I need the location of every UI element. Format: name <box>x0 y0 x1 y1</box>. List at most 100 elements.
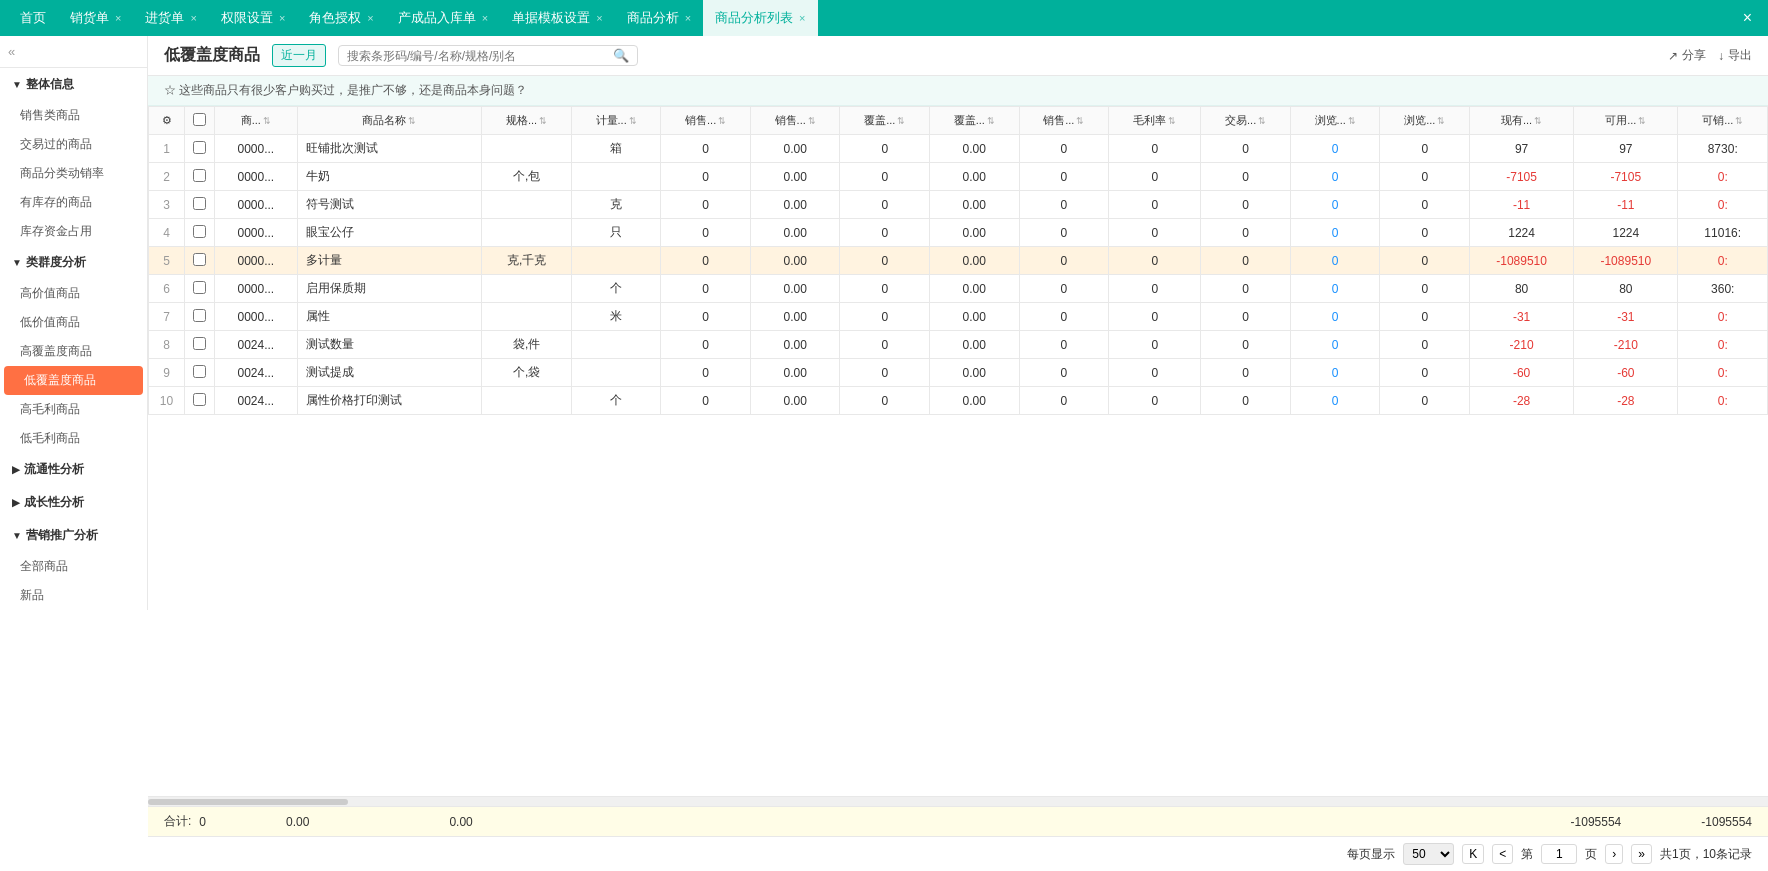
sidebar-section-cluster[interactable]: ▼ 类群度分析 <box>0 246 147 279</box>
nav-tab-analysis-list[interactable]: 商品分析列表 × <box>703 0 817 36</box>
row-c2: 0.00 <box>929 191 1019 219</box>
row-browse1[interactable]: 0 <box>1290 191 1380 219</box>
row-s1: 0 <box>661 387 751 415</box>
table-row: 1 0000... 旺铺批次测试 箱 0 0.00 0 0.00 0 0 0 0… <box>149 135 1768 163</box>
table-row: 5 0000... 多计量 克,千克 0 0.00 0 0.00 0 0 0 0… <box>149 247 1768 275</box>
table-row: 4 0000... 眼宝公仔 只 0 0.00 0 0.00 0 0 0 0 0… <box>149 219 1768 247</box>
sidebar-section-circulation[interactable]: ▶ 流通性分析 <box>0 453 147 486</box>
sidebar-item-new-goods[interactable]: 新品 <box>0 581 147 610</box>
nav-tab-purchase[interactable]: 进货单 × <box>133 0 208 36</box>
page-number-input[interactable] <box>1541 844 1577 864</box>
checkbox-header[interactable] <box>185 107 215 135</box>
close-icon[interactable]: × <box>482 12 488 24</box>
row-stock1: -1089510 <box>1469 247 1573 275</box>
row-checkbox[interactable] <box>185 275 215 303</box>
nav-tab-roles[interactable]: 角色授权 × <box>297 0 385 36</box>
table-footer: 合计: 0 0.00 0.00 -1095554 -1095554 <box>148 806 1768 836</box>
scroll-thumb[interactable] <box>148 799 348 805</box>
export-icon: ↓ <box>1718 49 1724 63</box>
row-browse1[interactable]: 0 <box>1290 359 1380 387</box>
horizontal-scrollbar[interactable] <box>148 796 1768 806</box>
row-checkbox[interactable] <box>185 331 215 359</box>
row-checkbox[interactable] <box>185 359 215 387</box>
nav-tab-home[interactable]: 首页 <box>8 0 58 36</box>
row-checkbox[interactable] <box>185 219 215 247</box>
close-icon[interactable]: × <box>115 12 121 24</box>
row-stock2: 80 <box>1574 275 1678 303</box>
sidebar-section-marketing[interactable]: ▼ 营销推广分析 <box>0 519 147 552</box>
settings-header[interactable]: ⚙ <box>149 107 185 135</box>
row-browse1[interactable]: 0 <box>1290 387 1380 415</box>
row-stock1: 1224 <box>1469 219 1573 247</box>
close-icon[interactable]: × <box>799 12 805 24</box>
search-input[interactable] <box>347 49 613 63</box>
row-spec: 克,千克 <box>482 247 572 275</box>
sidebar-item-high-margin[interactable]: 高毛利商品 <box>0 395 147 424</box>
table-row: 6 0000... 启用保质期 个 0 0.00 0 0.00 0 0 0 0 … <box>149 275 1768 303</box>
select-all-checkbox[interactable] <box>193 113 206 126</box>
row-checkbox[interactable] <box>185 387 215 415</box>
row-browse2: 0 <box>1380 247 1470 275</box>
sidebar-item-traded-goods[interactable]: 交易过的商品 <box>0 130 147 159</box>
next-page-button[interactable]: › <box>1605 844 1623 864</box>
row-stock2: -1089510 <box>1574 247 1678 275</box>
close-icon[interactable]: × <box>190 12 196 24</box>
row-checkbox[interactable] <box>185 247 215 275</box>
row-spec <box>482 387 572 415</box>
row-checkbox[interactable] <box>185 191 215 219</box>
sidebar-item-low-value[interactable]: 低价值商品 <box>0 308 147 337</box>
nav-tab-permissions[interactable]: 权限设置 × <box>209 0 297 36</box>
sidebar-section-overall[interactable]: ▼ 整体信息 <box>0 68 147 101</box>
row-browse2: 0 <box>1380 135 1470 163</box>
sidebar-item-low-coverage[interactable]: 低覆盖度商品 <box>4 366 143 395</box>
last-page-button[interactable]: » <box>1631 844 1652 864</box>
row-browse1[interactable]: 0 <box>1290 163 1380 191</box>
row-profit: 0 <box>1109 331 1201 359</box>
sidebar-item-all-goods[interactable]: 全部商品 <box>0 552 147 581</box>
nav-tab-warehouse[interactable]: 产成品入库单 × <box>386 0 500 36</box>
sidebar-item-stock-capital[interactable]: 库存资金占用 <box>0 217 147 246</box>
close-all-button[interactable]: × <box>1735 9 1760 27</box>
nav-tab-template[interactable]: 单据模板设置 × <box>500 0 614 36</box>
sidebar-collapse-button[interactable]: « <box>0 36 147 68</box>
per-page-label: 每页显示 <box>1347 846 1395 863</box>
row-checkbox[interactable] <box>185 135 215 163</box>
row-number: 3 <box>149 191 185 219</box>
row-unit <box>571 247 661 275</box>
row-browse1[interactable]: 0 <box>1290 135 1380 163</box>
sidebar-section-growth[interactable]: ▶ 成长性分析 <box>0 486 147 519</box>
row-s2: 0.00 <box>750 163 840 191</box>
sidebar-item-category-rate[interactable]: 商品分类动销率 <box>0 159 147 188</box>
sidebar-item-low-margin[interactable]: 低毛利商品 <box>0 424 147 453</box>
row-s1: 0 <box>661 163 751 191</box>
products-table: ⚙ 商...⇅ 商品名称⇅ 规格...⇅ 计量...⇅ 销售...⇅ 销售...… <box>148 106 1768 415</box>
per-page-select[interactable]: 50 20 100 <box>1403 843 1454 865</box>
row-browse1[interactable]: 0 <box>1290 303 1380 331</box>
row-code: 0024... <box>215 331 298 359</box>
row-checkbox[interactable] <box>185 163 215 191</box>
close-icon[interactable]: × <box>279 12 285 24</box>
row-browse1[interactable]: 0 <box>1290 247 1380 275</box>
row-browse1[interactable]: 0 <box>1290 331 1380 359</box>
close-icon[interactable]: × <box>596 12 602 24</box>
row-browse1[interactable]: 0 <box>1290 219 1380 247</box>
table-wrapper[interactable]: ⚙ 商...⇅ 商品名称⇅ 规格...⇅ 计量...⇅ 销售...⇅ 销售...… <box>148 106 1768 796</box>
sidebar-item-stocked-goods[interactable]: 有库存的商品 <box>0 188 147 217</box>
nav-tab-analysis[interactable]: 商品分析 × <box>615 0 703 36</box>
row-checkbox[interactable] <box>185 303 215 331</box>
sidebar-item-high-coverage[interactable]: 高覆盖度商品 <box>0 337 147 366</box>
prev-page-button[interactable]: < <box>1492 844 1513 864</box>
close-icon[interactable]: × <box>685 12 691 24</box>
close-icon[interactable]: × <box>367 12 373 24</box>
search-icon[interactable]: 🔍 <box>613 48 629 63</box>
col-trade: 交易...⇅ <box>1201 107 1291 135</box>
sidebar-item-high-value[interactable]: 高价值商品 <box>0 279 147 308</box>
first-page-button[interactable]: K <box>1462 844 1484 864</box>
nav-tab-sales[interactable]: 销货单 × <box>58 0 133 36</box>
export-button[interactable]: ↓ 导出 <box>1718 47 1752 64</box>
sidebar-item-sales-goods[interactable]: 销售类商品 <box>0 101 147 130</box>
row-browse1[interactable]: 0 <box>1290 275 1380 303</box>
time-filter-button[interactable]: 近一月 <box>272 44 326 67</box>
share-button[interactable]: ↗ 分享 <box>1668 47 1706 64</box>
top-navigation: 首页 销货单 × 进货单 × 权限设置 × 角色授权 × 产成品入库单 × 单据… <box>0 0 1768 36</box>
